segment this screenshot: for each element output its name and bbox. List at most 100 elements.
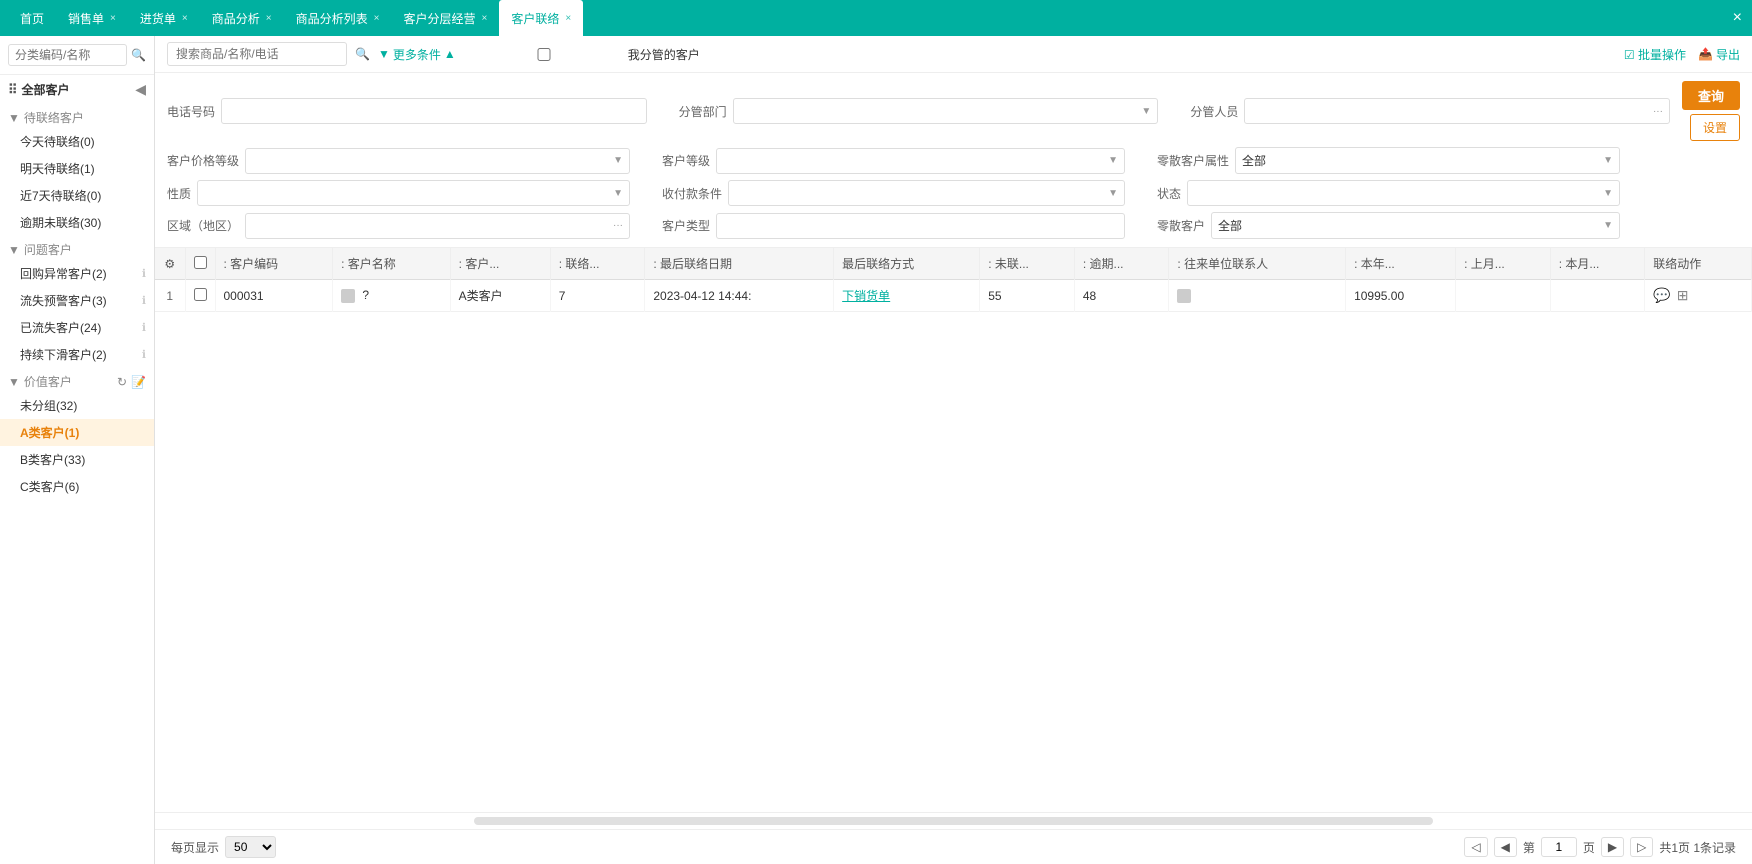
sidebar-overdue-contact[interactable]: 逾期未联络(30)	[0, 209, 154, 236]
filter-status-select[interactable]: ▼	[1187, 180, 1620, 206]
sidebar-tomorrow-pending[interactable]: 明天待联络(1)	[0, 155, 154, 182]
col-contact-header[interactable]: : 联络...	[550, 248, 645, 280]
sidebar-b-customers[interactable]: B类客户(33)	[0, 446, 154, 473]
nav-product-analysis-close[interactable]: ×	[266, 13, 272, 24]
next-page-btn[interactable]: ▶	[1601, 837, 1624, 857]
last-method-link[interactable]: 下销货单	[842, 289, 890, 303]
col-this-month-header[interactable]: : 本月...	[1550, 248, 1645, 280]
filter-dept-select[interactable]: ▼	[733, 98, 1159, 124]
filter-customer-grade-select[interactable]: ▼	[716, 148, 1125, 174]
sidebar-search-input[interactable]	[8, 44, 127, 66]
sidebar-section-pending[interactable]: ▼ 待联络客户	[0, 104, 154, 128]
filter-phone-input[interactable]	[221, 98, 647, 124]
row-last-method[interactable]: 下销货单	[834, 280, 980, 312]
settings-btn[interactable]: 设置	[1690, 114, 1740, 141]
col-code-header[interactable]: : 客户编码	[215, 248, 333, 280]
my-customers-checkbox[interactable]	[464, 48, 624, 61]
col-last-method-header[interactable]: 最后联络方式	[834, 248, 980, 280]
col-contacts-header[interactable]: : 往来单位联系人	[1169, 248, 1346, 280]
filter-person-select[interactable]: ···	[1244, 98, 1670, 124]
close-all-tabs[interactable]: ×	[1733, 9, 1742, 27]
nav-product-analysis-list-close[interactable]: ×	[374, 13, 380, 24]
last-page-btn[interactable]: ▷	[1630, 837, 1653, 857]
col-check[interactable]	[185, 248, 215, 280]
nav-product-analysis[interactable]: 商品分析 ×	[200, 0, 284, 36]
query-btn[interactable]: 查询	[1682, 81, 1740, 110]
col-last-month-header[interactable]: : 上月...	[1456, 248, 1551, 280]
col-uncontacted-header[interactable]: : 未联...	[980, 248, 1075, 280]
col-name-header[interactable]: : 客户名称	[333, 248, 451, 280]
nav-product-analysis-list[interactable]: 商品分析列表 ×	[284, 0, 392, 36]
page-input[interactable]	[1541, 837, 1577, 857]
nav-sales[interactable]: 销售单 ×	[56, 0, 128, 36]
filter-customer-type-label: 客户类型	[662, 217, 710, 234]
sidebar-a-customers[interactable]: A类客户(1)	[0, 419, 154, 446]
main-table-container: ⚙ : 客户编码 : 客户名称 : 客户... : 联络... : 最后联络日期…	[155, 248, 1752, 812]
filter-customer-type-select[interactable]	[716, 213, 1125, 239]
main-search-icon[interactable]: 🔍	[355, 47, 370, 61]
sidebar-all-customers-header: ⠿ 全部客户 ◀	[0, 75, 154, 104]
nav-customer-tier[interactable]: 客户分层经营 ×	[391, 0, 499, 36]
value-section-toggle[interactable]: ▼ 价值客户	[8, 373, 72, 390]
filter-payment-select[interactable]: ▼	[728, 180, 1125, 206]
nav-customer-contact-close[interactable]: ×	[565, 13, 571, 24]
form-action-btns: 查询 设置	[1682, 81, 1740, 141]
grid-icon[interactable]: ⊞	[1677, 287, 1689, 304]
batch-op-btn[interactable]: ☑ 批量操作	[1624, 46, 1686, 63]
nav-customer-contact[interactable]: 客户联络 ×	[499, 0, 583, 36]
nav-purchase[interactable]: 进货单 ×	[128, 0, 200, 36]
value-refresh-icon[interactable]: ↻	[117, 375, 127, 389]
sidebar: 🔍 ⠿ 全部客户 ◀ ▼ 待联络客户 今天待联络(0) 明天待联络(1) 近7天…	[0, 36, 155, 864]
prev-page-btn[interactable]: ◀	[1494, 837, 1517, 857]
sidebar-c-customers[interactable]: C类客户(6)	[0, 473, 154, 500]
sidebar-week-pending[interactable]: 近7天待联络(0)	[0, 182, 154, 209]
filter-region-select[interactable]: ···	[245, 213, 630, 239]
filter-nature-select[interactable]: ▼	[197, 180, 630, 206]
sidebar-repurchase-abnormal[interactable]: 回购异常客户(2)ℹ	[0, 260, 154, 287]
export-btn[interactable]: 📤 导出	[1698, 46, 1740, 63]
value-edit-icon[interactable]: 📝	[131, 375, 146, 389]
filter-status-label: 状态	[1157, 185, 1181, 202]
col-last-date-header[interactable]: : 最后联络日期	[645, 248, 834, 280]
check-all[interactable]	[194, 256, 207, 269]
filter-retail-attr-select[interactable]: 全部 ▼	[1235, 147, 1620, 174]
sidebar-declining[interactable]: 持续下滑客户(2)ℹ	[0, 341, 154, 368]
filter-dept-label: 分管部门	[679, 103, 727, 120]
first-page-btn[interactable]: ◁	[1464, 837, 1487, 857]
region-more-icon: ···	[613, 220, 623, 231]
main-search-input[interactable]	[167, 42, 347, 66]
horizontal-scrollbar[interactable]	[474, 817, 1432, 825]
col-type-header[interactable]: : 客户...	[450, 248, 550, 280]
pagination: ◁ ◀ 第 页 ▶ ▷ 共1页 1条记录	[1464, 837, 1736, 857]
problem-arrow: ▼	[8, 243, 20, 257]
total-label: 共1页 1条记录	[1659, 839, 1736, 856]
col-overdue-header[interactable]: : 逾期...	[1074, 248, 1169, 280]
filter-retail-select[interactable]: 全部 ▼	[1211, 212, 1620, 239]
page-label: 第	[1523, 839, 1535, 856]
my-customers-checkbox-label[interactable]: 我分管的客户	[464, 46, 700, 63]
nav-sales-close[interactable]: ×	[110, 13, 116, 24]
row-check[interactable]	[185, 280, 215, 312]
more-conditions-btn[interactable]: ▼ 更多条件 ▲	[378, 46, 456, 63]
action-icons: 💬 ⊞	[1653, 287, 1743, 304]
sidebar-unclassified[interactable]: 未分组(32)	[0, 392, 154, 419]
nav-home[interactable]: 首页	[8, 0, 56, 36]
col-year-amount-header[interactable]: : 本年...	[1346, 248, 1456, 280]
sidebar-today-pending[interactable]: 今天待联络(0)	[0, 128, 154, 155]
nav-purchase-close[interactable]: ×	[182, 13, 188, 24]
page-size-select[interactable]: 50 100 200	[225, 836, 276, 858]
filter-price-grade-select[interactable]: ▼	[245, 148, 630, 174]
sidebar-collapse-btn[interactable]: ◀	[135, 81, 146, 98]
filter-form: 电话号码 分管部门 ▼ 分管人员 ···	[155, 73, 1752, 248]
sidebar-section-problem[interactable]: ▼ 问题客户	[0, 236, 154, 260]
sidebar-churn-warning[interactable]: 流失预警客户(3)ℹ	[0, 287, 154, 314]
col-gear[interactable]: ⚙	[155, 248, 185, 280]
sidebar-search-icon[interactable]: 🔍	[131, 48, 146, 62]
nav-customer-tier-close[interactable]: ×	[481, 13, 487, 24]
message-icon[interactable]: 💬	[1653, 287, 1670, 304]
table-header-row: ⚙ : 客户编码 : 客户名称 : 客户... : 联络... : 最后联络日期…	[155, 248, 1752, 280]
row-actions: 💬 ⊞	[1645, 280, 1752, 312]
sidebar-churned[interactable]: 已流失客户(24)ℹ	[0, 314, 154, 341]
row-checkbox[interactable]	[194, 288, 207, 301]
person-more-icon: ···	[1653, 106, 1663, 117]
